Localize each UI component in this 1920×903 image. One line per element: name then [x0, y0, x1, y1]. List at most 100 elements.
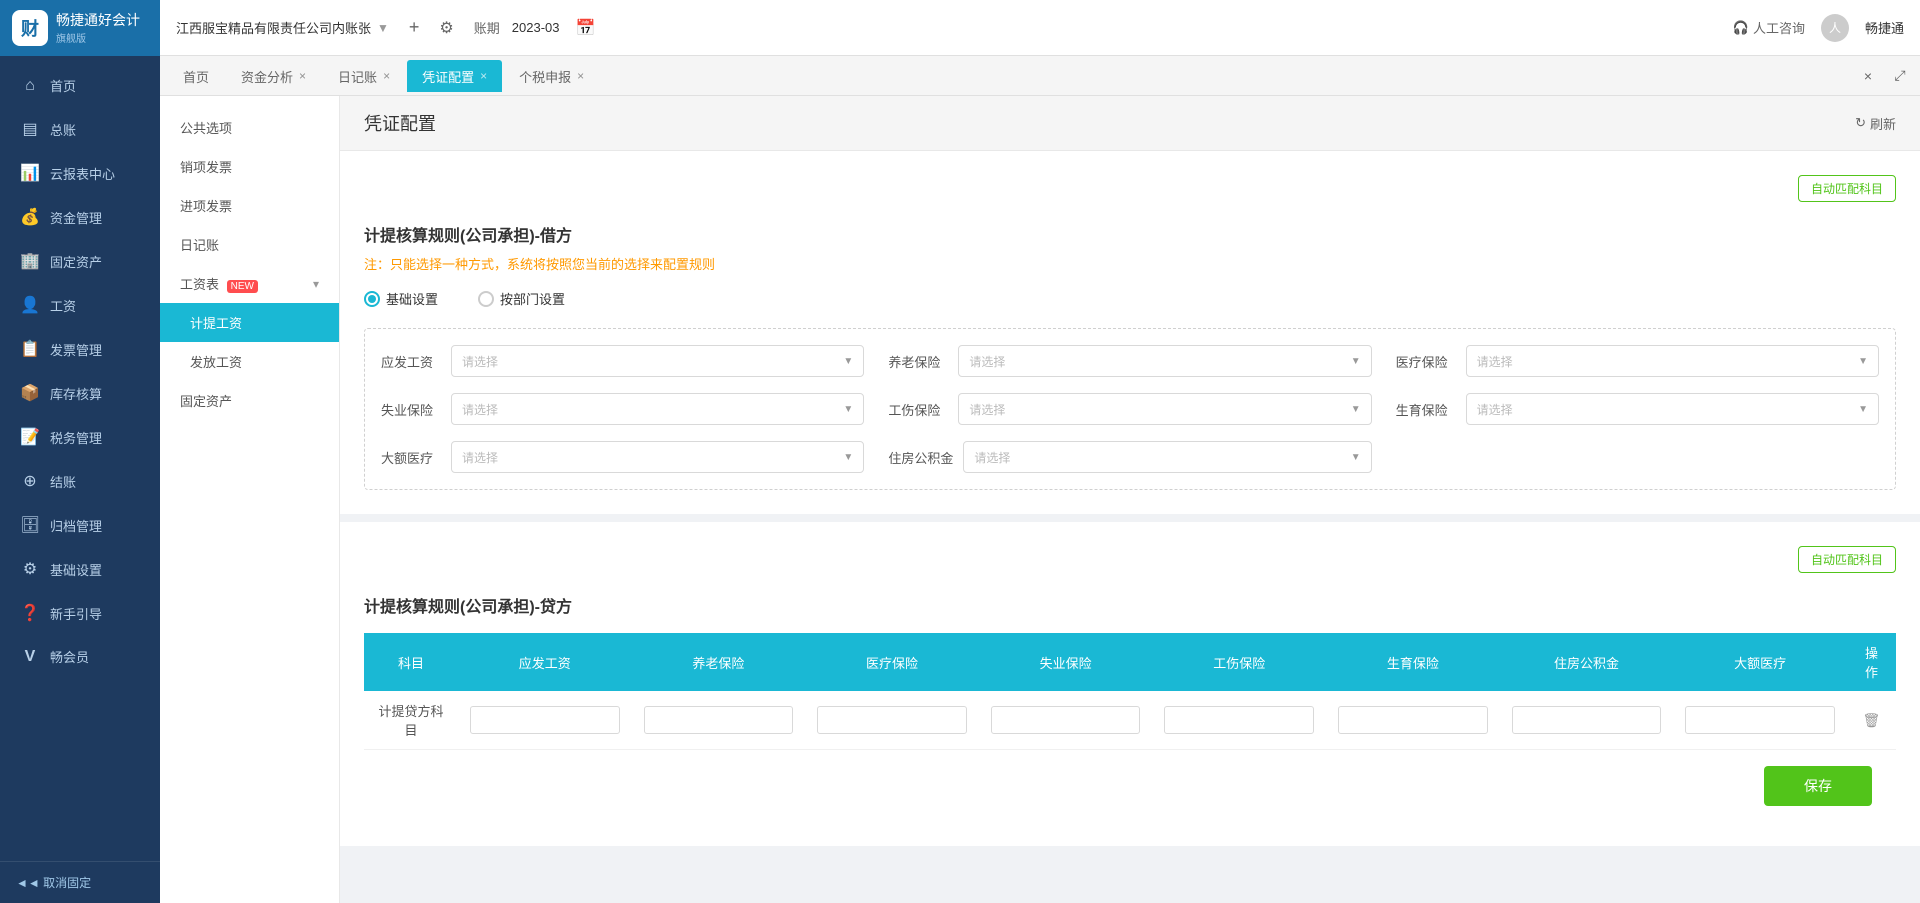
sidebar-item-label: 基础设置 [50, 560, 102, 579]
sidebar-item-tax[interactable]: 📝 税务管理 [0, 415, 160, 459]
debit-auto-match-button[interactable]: 自动匹配科目 [1798, 175, 1896, 202]
menu-item-purchase[interactable]: 进项发票 [160, 186, 339, 225]
input-yingfa[interactable] [470, 706, 620, 734]
sidebar-item-salary[interactable]: 👤 工资 [0, 283, 160, 327]
sidebar-item-inventory[interactable]: 📦 库存核算 [0, 371, 160, 415]
tab-diary[interactable]: 日记账 × [323, 60, 405, 92]
logo-text-group: 畅捷通好会计 旗舰版 [56, 11, 140, 44]
sidebar-item-close[interactable]: ⊕ 结账 [0, 459, 160, 503]
sidebar-item-label: 固定资产 [50, 252, 102, 271]
table-header-row: 科目 应发工资 养老保险 医疗保险 失业保险 工伤保险 生育保险 住房公积金 大… [364, 633, 1896, 691]
sidebar-item-label: 资金管理 [50, 208, 102, 227]
save-button[interactable]: 保存 [1764, 766, 1872, 806]
select-gongshang[interactable]: 请选择 ▼ [958, 393, 1371, 425]
menu-item-label: 公共选项 [180, 118, 232, 137]
select-yingfa[interactable]: 请选择 ▼ [451, 345, 864, 377]
tab-fund-analysis[interactable]: 资金分析 × [226, 60, 321, 92]
page-content: 凭证配置 ↻ 刷新 自动匹配科目 计提核算规则(公司承担)-借方 注：只能选择一… [340, 96, 1920, 903]
tab-label: 首页 [183, 67, 209, 86]
period-value: 2023-03 [512, 20, 560, 35]
select-yanglao[interactable]: 请选择 ▼ [958, 345, 1371, 377]
page-title: 凭证配置 [364, 110, 436, 136]
expand-button[interactable]: ⤢ [1888, 64, 1912, 88]
tab-close-icon[interactable]: × [383, 70, 390, 82]
cell-shiye [979, 691, 1153, 750]
sidebar-item-member[interactable]: V 畅会员 [0, 635, 160, 678]
credit-auto-match-area: 自动匹配科目 [364, 546, 1896, 585]
tab-home[interactable]: 首页 [168, 60, 224, 92]
support-button[interactable]: 🎧 人工咨询 [1733, 18, 1805, 37]
sidebar-item-archive[interactable]: 🗄 归档管理 [0, 503, 160, 547]
sidebar-item-asset[interactable]: 🏢 固定资产 [0, 239, 160, 283]
tax-icon: 📝 [20, 427, 40, 447]
col-gongshang: 工伤保险 [1152, 633, 1326, 691]
menu-item-label: 日记账 [180, 235, 219, 254]
select-shengyu[interactable]: 请选择 ▼ [1466, 393, 1879, 425]
radio-group: 基础设置 按部门设置 [364, 289, 1896, 308]
sidebar-nav: ⌂ 首页 ▤ 总账 📊 云报表中心 💰 资金管理 🏢 固定资产 👤 工资 📋 发… [0, 56, 160, 861]
add-company-button[interactable]: + [401, 13, 428, 42]
sidebar-item-label: 总账 [50, 120, 76, 139]
select-shiye[interactable]: 请选择 ▼ [451, 393, 864, 425]
input-yanglao[interactable] [644, 706, 794, 734]
sidebar-item-label: 税务管理 [50, 428, 102, 447]
menu-item-fixed-asset[interactable]: 固定资产 [160, 381, 339, 420]
menu-item-label: 计提工资 [190, 316, 242, 331]
radio-basic[interactable]: 基础设置 [364, 289, 438, 308]
menu-item-pay-salary[interactable]: 发放工资 [160, 342, 339, 381]
new-badge: NEW [227, 280, 258, 293]
tab-voucher-config[interactable]: 凭证配置 × [407, 60, 502, 92]
menu-item-salary-table[interactable]: 工资表 NEW ▾ [160, 264, 339, 303]
sidebar-item-report[interactable]: 📊 云报表中心 [0, 151, 160, 195]
credit-auto-match-button[interactable]: 自动匹配科目 [1798, 546, 1896, 573]
sidebar-item-label: 畅会员 [50, 647, 89, 666]
calendar-icon[interactable]: 📅 [576, 18, 596, 38]
close-tab-button[interactable]: × [1856, 64, 1880, 88]
avatar: 人 [1821, 14, 1849, 42]
headset-icon: 🎧 [1733, 20, 1749, 36]
tab-close-icon[interactable]: × [299, 70, 306, 82]
input-gongshang[interactable] [1164, 706, 1314, 734]
unpin-label: ◄◄ 取消固定 [16, 874, 91, 891]
delete-row-button[interactable]: 🗑 [1863, 712, 1881, 728]
sidebar-item-ledger[interactable]: ▤ 总账 [0, 107, 160, 151]
sidebar-item-guide[interactable]: ❓ 新手引导 [0, 591, 160, 635]
sidebar-item-invoice[interactable]: 📋 发票管理 [0, 327, 160, 371]
close-period-icon: ⊕ [20, 471, 40, 491]
menu-item-public[interactable]: 公共选项 [160, 108, 339, 147]
menu-item-diary[interactable]: 日记账 [160, 225, 339, 264]
tab-close-icon[interactable]: × [480, 70, 487, 82]
sidebar-item-fund[interactable]: 💰 资金管理 [0, 195, 160, 239]
sidebar-item-settings[interactable]: ⚙ 基础设置 [0, 547, 160, 591]
menu-item-sales[interactable]: 销项发票 [160, 147, 339, 186]
tab-tax-report[interactable]: 个税申报 × [504, 60, 599, 92]
debit-section: 自动匹配科目 计提核算规则(公司承担)-借方 注：只能选择一种方式，系统将按照您… [340, 151, 1920, 522]
input-daer[interactable] [1685, 706, 1835, 734]
tab-label: 资金分析 [241, 67, 293, 86]
input-shengyu[interactable] [1338, 706, 1488, 734]
tab-close-icon[interactable]: × [577, 70, 584, 82]
col-yiliao: 医疗保险 [805, 633, 979, 691]
input-zhufang[interactable] [1512, 706, 1662, 734]
select-yiliao[interactable]: 请选择 ▼ [1466, 345, 1879, 377]
sidebar-item-label: 首页 [50, 76, 76, 95]
main-area: 江西服宝精品有限责任公司内账张 ▼ + ⚙ 账期 2023-03 📅 🎧 人工咨… [160, 0, 1920, 903]
unpin-button[interactable]: ◄◄ 取消固定 [0, 861, 160, 903]
company-selector[interactable]: 江西服宝精品有限责任公司内账张 ▼ [176, 18, 389, 37]
input-shiye[interactable] [991, 706, 1141, 734]
settings-button[interactable]: ⚙ [439, 18, 453, 38]
radio-dept[interactable]: 按部门设置 [478, 289, 565, 308]
sidebar-item-label: 新手引导 [50, 604, 102, 623]
menu-item-advance-salary[interactable]: 计提工资 [160, 303, 339, 342]
menu-item-label: 工资表 NEW [180, 274, 258, 293]
select-daer[interactable]: 请选择 ▼ [451, 441, 864, 473]
select-zhufang[interactable]: 请选择 ▼ [963, 441, 1371, 473]
sidebar-item-home[interactable]: ⌂ 首页 [0, 64, 160, 107]
report-icon: 📊 [20, 163, 40, 183]
credit-table: 科目 应发工资 养老保险 医疗保险 失业保险 工伤保险 生育保险 住房公积金 大… [364, 633, 1896, 750]
field-label: 大额医疗 [381, 448, 441, 467]
sidebar-item-label: 云报表中心 [50, 164, 115, 183]
refresh-button[interactable]: ↻ 刷新 [1855, 114, 1896, 133]
input-yiliao[interactable] [817, 706, 967, 734]
field-label: 住房公积金 [888, 448, 953, 467]
